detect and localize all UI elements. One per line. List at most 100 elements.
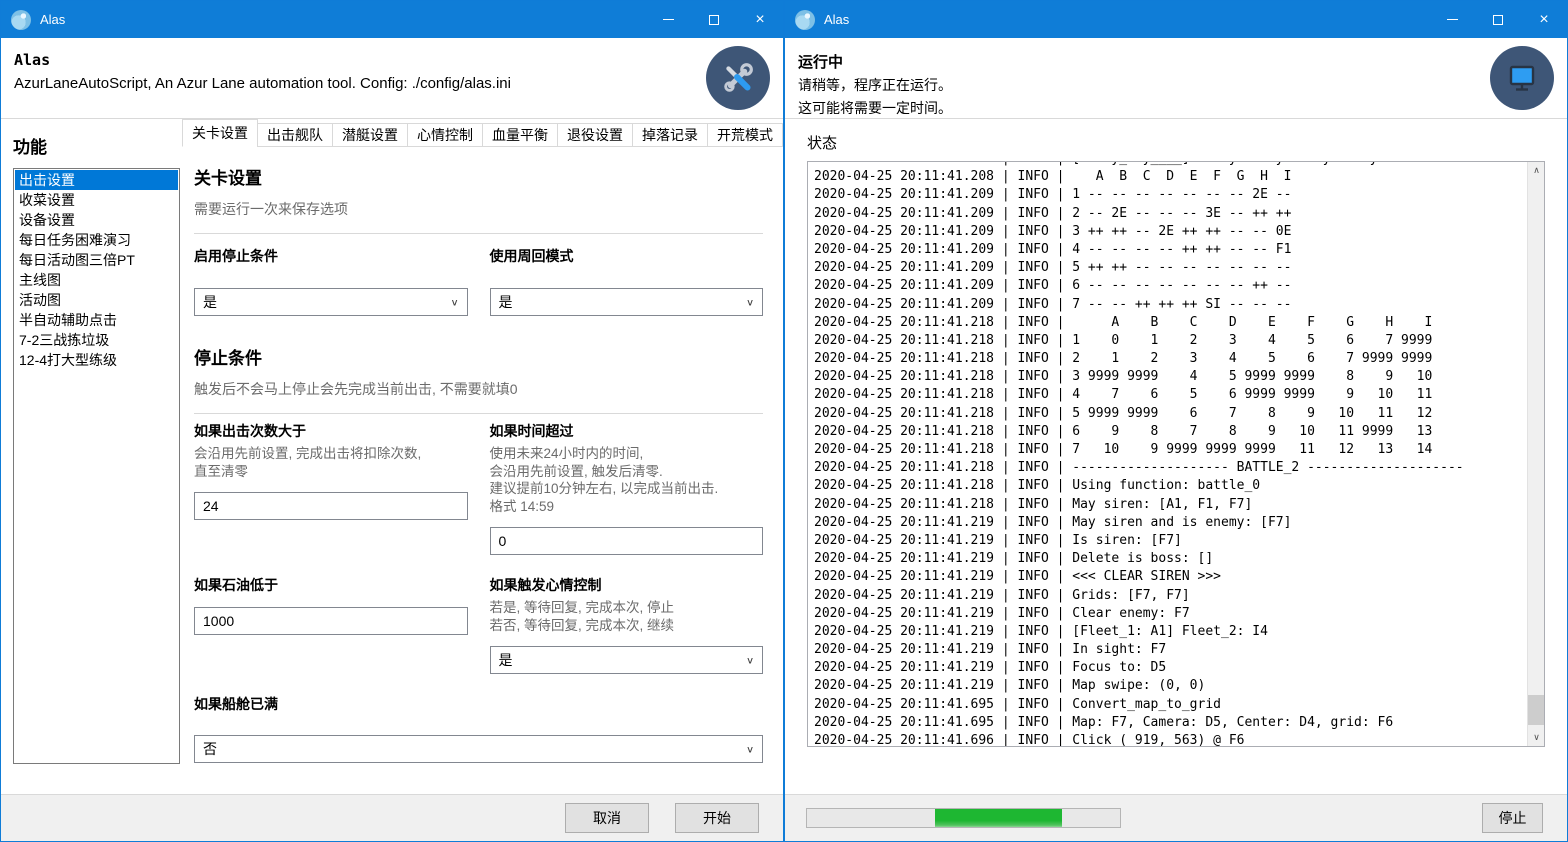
log-line: 2020-04-25 20:11:41.219 | INFO | Focus t… — [814, 659, 1527, 677]
maximize-button[interactable] — [691, 1, 737, 38]
log-line: 2020-04-25 20:11:41.219 | INFO | Delete … — [814, 550, 1527, 568]
emotion-trigger-select[interactable]: 是 ∨ — [490, 646, 764, 674]
log-line: 2020-04-25 20:11:41.219 | INFO | May sir… — [814, 514, 1527, 532]
run-status-line: 请稍等，程序正在运行。 — [798, 75, 1553, 95]
log-line: 2020-04-25 20:11:41.218 | INFO | 7 10 9 … — [814, 441, 1527, 459]
sidebar-item[interactable]: 每日活动图三倍PT — [15, 250, 178, 270]
run-status-line: 这可能将需要一定时间。 — [798, 98, 1553, 118]
sidebar-item[interactable]: 设备设置 — [15, 210, 178, 230]
section-heading: 停止条件 — [194, 344, 763, 369]
settings-tab[interactable]: 开荒模式 — [707, 123, 783, 147]
log-line: 2020-04-25 20:11:41.218 | INFO | Using f… — [814, 477, 1527, 495]
app-subtitle: AzurLaneAutoScript, An Azur Lane automat… — [14, 75, 769, 92]
log-line: 2020-04-25 20:11:41.218 | INFO | 5 9999 … — [814, 405, 1527, 423]
log-line: 2020-04-25 20:11:41.209 | INFO | 1 -- --… — [814, 186, 1527, 204]
window-title: Alas — [824, 12, 849, 27]
close-icon: × — [1539, 12, 1548, 28]
log-line: 2020-04-25 20:11:41.218 | INFO | A B C D… — [814, 314, 1527, 332]
runner-window: Alas × 运行中 请稍等，程序正在运行。 这可能将需要一定时间。 状态 20… — [784, 0, 1568, 842]
select-value: 否 — [203, 739, 217, 759]
titlebar: Alas × — [1, 1, 783, 38]
loop-mode-select[interactable]: 是 ∨ — [490, 288, 764, 316]
field-label: 如果出击次数大于 — [194, 421, 468, 441]
settings-tab[interactable]: 潜艇设置 — [332, 123, 408, 147]
tools-badge — [706, 46, 770, 110]
close-button[interactable]: × — [737, 1, 783, 38]
status-pane: 状态 2020-04-25 20:11:41.208 | INFO | [ene… — [785, 119, 1567, 794]
log-lines: 2020-04-25 20:11:41.208 | INFO | [enemy_… — [808, 162, 1527, 746]
minimize-button[interactable] — [645, 1, 691, 38]
alas-logo-icon — [11, 10, 31, 30]
settings-tab[interactable]: 关卡设置 — [182, 119, 258, 147]
attack-count-input[interactable] — [194, 492, 468, 520]
settings-footer: 取消 开始 — [1, 794, 783, 841]
divider — [194, 233, 763, 234]
field-label: 如果时间超过 — [490, 421, 764, 441]
section-desc: 需要运行一次来保存选项 — [194, 199, 763, 219]
close-button[interactable]: × — [1521, 1, 1567, 38]
sidebar-item[interactable]: 活动图 — [15, 290, 178, 310]
minimize-button[interactable] — [1429, 1, 1475, 38]
sidebar-item[interactable]: 半自动辅助点击 — [15, 310, 178, 330]
log-line: 2020-04-25 20:11:41.218 | INFO | May sir… — [814, 496, 1527, 514]
sidebar-item[interactable]: 每日任务困难演习 — [15, 230, 178, 250]
settings-tab[interactable]: 心情控制 — [407, 123, 483, 147]
close-icon: × — [755, 12, 764, 28]
log-line: 2020-04-25 20:11:41.219 | INFO | Is sire… — [814, 532, 1527, 550]
scroll-down-icon[interactable]: ∨ — [1528, 729, 1545, 746]
cancel-button[interactable]: 取消 — [565, 803, 649, 833]
sidebar-item[interactable]: 12-4打大型练级 — [15, 350, 178, 370]
log-line: 2020-04-25 20:11:41.208 | INFO | A B C D… — [814, 168, 1527, 186]
oil-below-input[interactable] — [194, 607, 468, 635]
scroll-up-icon[interactable]: ∧ — [1528, 162, 1545, 179]
settings-tab[interactable]: 出击舰队 — [257, 123, 333, 147]
start-button[interactable]: 开始 — [675, 803, 759, 833]
sidebar-item[interactable]: 7-2三战拣垃圾 — [15, 330, 178, 350]
log-line: 2020-04-25 20:11:41.695 | INFO | Map: F7… — [814, 714, 1527, 732]
select-value: 是 — [499, 292, 513, 312]
minimize-icon — [663, 19, 674, 20]
function-sidebar: 功能 出击设置收菜设置设备设置每日任务困难演习每日活动图三倍PT主线图活动图半自… — [1, 119, 182, 794]
scrollbar-thumb[interactable] — [1528, 695, 1545, 725]
settings-tab[interactable]: 掉落记录 — [632, 123, 708, 147]
progress-bar — [806, 808, 1121, 828]
field-desc: 会沿用先前设置, 完成出击将扣除次数, 直至清零 — [194, 445, 468, 480]
wrench-screwdriver-icon — [719, 59, 757, 97]
log-line: 2020-04-25 20:11:41.218 | INFO | 6 9 8 7… — [814, 423, 1527, 441]
settings-tab[interactable]: 退役设置 — [557, 123, 633, 147]
sidebar-item[interactable]: 出击设置 — [15, 170, 178, 190]
titlebar: Alas × — [785, 1, 1567, 38]
time-over-input[interactable] — [490, 527, 764, 555]
enable-stop-select[interactable]: 是 ∨ — [194, 288, 468, 316]
log-viewer[interactable]: 2020-04-25 20:11:41.208 | INFO | [enemy_… — [807, 161, 1545, 747]
window-title: Alas — [40, 12, 65, 27]
log-line: 2020-04-25 20:11:41.696 | INFO | Click (… — [814, 732, 1527, 746]
log-line: 2020-04-25 20:11:41.218 | INFO | 3 9999 … — [814, 368, 1527, 386]
function-listbox[interactable]: 出击设置收菜设置设备设置每日任务困难演习每日活动图三倍PT主线图活动图半自动辅助… — [13, 168, 180, 764]
settings-tab[interactable]: 血量平衡 — [482, 123, 558, 147]
log-line: 2020-04-25 20:11:41.695 | INFO | Convert… — [814, 696, 1527, 714]
run-status-title: 运行中 — [798, 51, 1553, 72]
field-label: 如果船舱已满 — [194, 694, 763, 714]
log-line: 2020-04-25 20:11:41.218 | INFO | 2 1 2 3… — [814, 350, 1527, 368]
log-line: 2020-04-25 20:11:41.209 | INFO | 4 -- --… — [814, 241, 1527, 259]
field-label: 启用停止条件 — [194, 246, 468, 266]
chevron-down-icon: ∨ — [746, 743, 754, 754]
field-desc: 若是, 等待回复, 完成本次, 停止 若否, 等待回复, 完成本次, 继续 — [490, 599, 764, 634]
chevron-down-icon: ∨ — [450, 296, 458, 307]
log-line: 2020-04-25 20:11:41.209 | INFO | 7 -- --… — [814, 296, 1527, 314]
log-scrollbar[interactable]: ∧ ∨ — [1527, 162, 1544, 746]
monitor-badge — [1490, 46, 1554, 110]
field-label: 如果石油低于 — [194, 575, 468, 595]
stop-button[interactable]: 停止 — [1482, 803, 1543, 833]
maximize-button[interactable] — [1475, 1, 1521, 38]
sidebar-item[interactable]: 主线图 — [15, 270, 178, 290]
app-header: Alas AzurLaneAutoScript, An Azur Lane au… — [1, 38, 783, 119]
dock-full-select[interactable]: 否 ∨ — [194, 735, 763, 763]
maximize-icon — [1493, 15, 1503, 25]
log-clip: 2020-04-25 20:11:41.208 | INFO | [enemy_… — [808, 162, 1527, 746]
section-heading: 关卡设置 — [194, 164, 763, 189]
sidebar-item[interactable]: 收菜设置 — [15, 190, 178, 210]
log-line: 2020-04-25 20:11:41.218 | INFO | 4 7 6 5… — [814, 386, 1527, 404]
alas-logo-icon — [795, 10, 815, 30]
